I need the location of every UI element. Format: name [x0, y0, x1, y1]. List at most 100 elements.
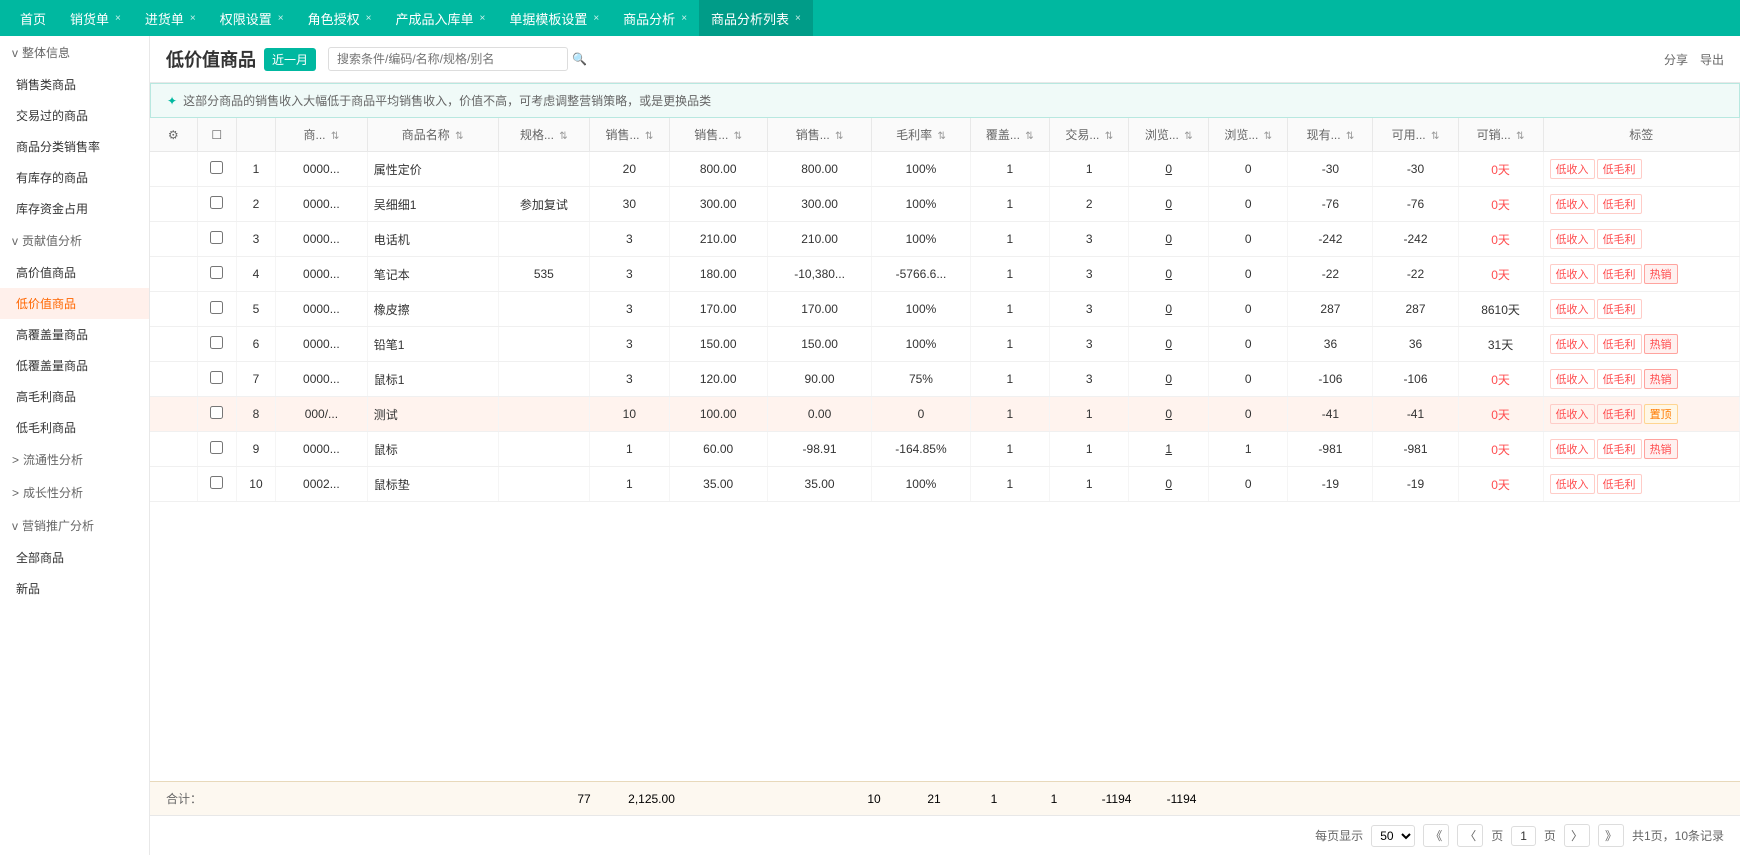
col-view2[interactable]: 浏览... ⇅ [1208, 118, 1287, 152]
view1-link[interactable]: 0 [1165, 477, 1172, 491]
nav-close-icon[interactable]: × [479, 13, 485, 24]
sidebar-item-有库存的商品[interactable]: 有库存的商品 [0, 162, 149, 193]
cell-checkbox[interactable] [197, 397, 236, 432]
col-amount[interactable]: 销售... ⇅ [767, 118, 872, 152]
export-button[interactable]: 导出 [1700, 51, 1724, 68]
view1-link[interactable]: 0 [1165, 302, 1172, 316]
sidebar-item-高毛利商品[interactable]: 高毛利商品 [0, 381, 149, 412]
sidebar-section-成长性分析[interactable]: >成长性分析 [0, 476, 149, 509]
view1-link[interactable]: 0 [1165, 372, 1172, 386]
col-stock[interactable]: 现有... ⇅ [1288, 118, 1373, 152]
nav-item-角色授权[interactable]: 角色授权× [296, 0, 384, 36]
nav-close-icon[interactable]: × [795, 13, 801, 24]
view1-link[interactable]: 0 [1165, 197, 1172, 211]
row-checkbox[interactable] [210, 371, 223, 384]
cell-view1[interactable]: 0 [1129, 187, 1208, 222]
search-icon[interactable]: 🔍 [572, 52, 587, 66]
nav-close-icon[interactable]: × [115, 13, 121, 24]
col-trade[interactable]: 交易... ⇅ [1050, 118, 1129, 152]
nav-item-单据模板设置[interactable]: 单据模板设置× [497, 0, 611, 36]
sidebar-item-高覆盖量商品[interactable]: 高覆盖量商品 [0, 319, 149, 350]
row-checkbox[interactable] [210, 196, 223, 209]
sidebar-section-流通性分析[interactable]: >流通性分析 [0, 443, 149, 476]
period-button[interactable]: 近一月 [264, 48, 316, 71]
row-checkbox[interactable] [210, 441, 223, 454]
sidebar-item-低覆盖量商品[interactable]: 低覆盖量商品 [0, 350, 149, 381]
view1-link[interactable]: 0 [1165, 162, 1172, 176]
col-price[interactable]: 销售... ⇅ [669, 118, 767, 152]
nav-close-icon[interactable]: × [593, 13, 599, 24]
view1-link[interactable]: 0 [1165, 407, 1172, 421]
nav-item-商品分析列表[interactable]: 商品分析列表× [699, 0, 813, 36]
col-available[interactable]: 可用... ⇅ [1373, 118, 1458, 152]
row-checkbox[interactable] [210, 336, 223, 349]
nav-item-销货单[interactable]: 销货单× [58, 0, 133, 36]
cell-checkbox[interactable] [197, 257, 236, 292]
page-size-select[interactable]: 50 [1371, 825, 1415, 847]
col-name[interactable]: 商品名称 ⇅ [367, 118, 498, 152]
nav-item-权限设置[interactable]: 权限设置× [208, 0, 296, 36]
sidebar-section-营销推广分析[interactable]: v营销推广分析 [0, 509, 149, 542]
cell-checkbox[interactable] [197, 222, 236, 257]
sidebar-item-低毛利商品[interactable]: 低毛利商品 [0, 412, 149, 443]
cell-checkbox[interactable] [197, 292, 236, 327]
nav-item-产成品入库单[interactable]: 产成品入库单× [383, 0, 497, 36]
cell-view1[interactable]: 0 [1129, 257, 1208, 292]
search-input[interactable] [328, 47, 568, 71]
view1-link[interactable]: 0 [1165, 337, 1172, 351]
row-checkbox[interactable] [210, 161, 223, 174]
cell-checkbox[interactable] [197, 187, 236, 222]
col-spec[interactable]: 规格... ⇅ [498, 118, 590, 152]
sidebar-item-销售类商品[interactable]: 销售类商品 [0, 69, 149, 100]
cell-view1[interactable]: 0 [1129, 222, 1208, 257]
nav-close-icon[interactable]: × [190, 13, 196, 24]
sidebar-section-整体信息[interactable]: v整体信息 [0, 36, 149, 69]
nav-item-首页[interactable]: 首页 [8, 0, 58, 36]
sidebar-item-库存资金占用[interactable]: 库存资金占用 [0, 193, 149, 224]
cell-view1[interactable]: 0 [1129, 152, 1208, 187]
nav-item-进货单[interactable]: 进货单× [133, 0, 208, 36]
last-page-button[interactable]: 》 [1598, 824, 1624, 847]
row-checkbox[interactable] [210, 406, 223, 419]
cell-view1[interactable]: 1 [1129, 432, 1208, 467]
row-checkbox[interactable] [210, 231, 223, 244]
cell-checkbox[interactable] [197, 362, 236, 397]
first-page-button[interactable]: 《 [1423, 824, 1449, 847]
cell-checkbox[interactable] [197, 432, 236, 467]
share-button[interactable]: 分享 [1664, 51, 1688, 68]
view1-link[interactable]: 0 [1165, 267, 1172, 281]
row-checkbox[interactable] [210, 266, 223, 279]
sidebar-item-全部商品[interactable]: 全部商品 [0, 542, 149, 573]
col-qty[interactable]: 销售... ⇅ [590, 118, 669, 152]
cell-view1[interactable]: 0 [1129, 467, 1208, 502]
col-view1[interactable]: 浏览... ⇅ [1129, 118, 1208, 152]
cell-checkbox[interactable] [197, 152, 236, 187]
sidebar-item-商品分类销售率[interactable]: 商品分类销售率 [0, 131, 149, 162]
view1-link[interactable]: 1 [1165, 442, 1172, 456]
cell-checkbox[interactable] [197, 327, 236, 362]
sidebar-item-新品[interactable]: 新品 [0, 573, 149, 604]
row-checkbox[interactable] [210, 476, 223, 489]
nav-item-商品分析[interactable]: 商品分析× [611, 0, 699, 36]
cell-view1[interactable]: 0 [1129, 362, 1208, 397]
cell-view1[interactable]: 0 [1129, 397, 1208, 432]
col-settings[interactable]: ⚙ [150, 118, 197, 152]
sidebar-section-贡献值分析[interactable]: v贡献值分析 [0, 224, 149, 257]
sidebar-item-交易过的商品[interactable]: 交易过的商品 [0, 100, 149, 131]
row-checkbox[interactable] [210, 301, 223, 314]
col-code[interactable]: 商... ⇅ [276, 118, 368, 152]
nav-close-icon[interactable]: × [681, 13, 687, 24]
sidebar-item-高价值商品[interactable]: 高价值商品 [0, 257, 149, 288]
col-margin[interactable]: 毛利率 ⇅ [872, 118, 970, 152]
nav-close-icon[interactable]: × [366, 13, 372, 24]
view1-link[interactable]: 0 [1165, 232, 1172, 246]
cell-view1[interactable]: 0 [1129, 292, 1208, 327]
sidebar-item-低价值商品[interactable]: 低价值商品 [0, 288, 149, 319]
nav-close-icon[interactable]: × [278, 13, 284, 24]
col-saleable[interactable]: 可销... ⇅ [1458, 118, 1543, 152]
next-page-button[interactable]: 〉 [1564, 824, 1590, 847]
prev-page-button[interactable]: 〈 [1457, 824, 1483, 847]
col-coverage[interactable]: 覆盖... ⇅ [970, 118, 1049, 152]
cell-checkbox[interactable] [197, 467, 236, 502]
cell-view1[interactable]: 0 [1129, 327, 1208, 362]
